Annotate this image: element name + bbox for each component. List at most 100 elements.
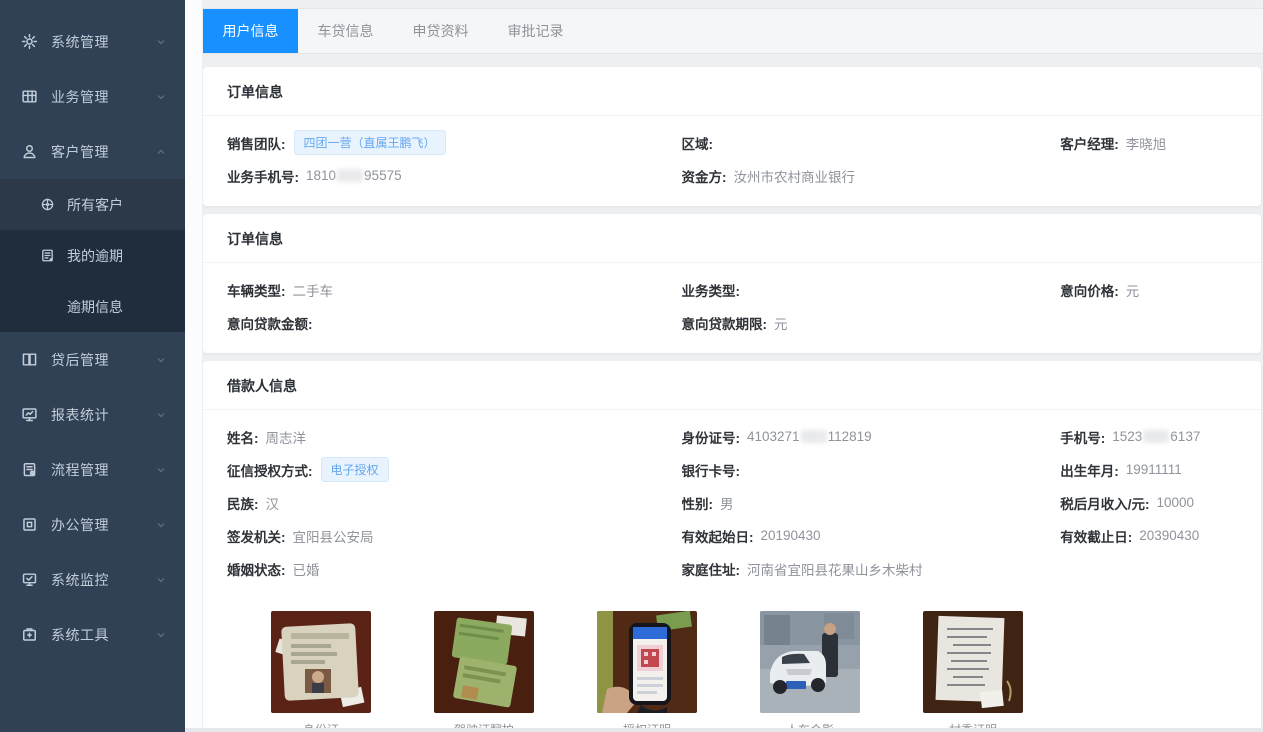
field-value: 二手车 [293,280,334,300]
field-label: 有效起始日: [682,526,754,546]
sidebar-item-label: 系统监控 [51,570,155,590]
tab-car-loan-info[interactable]: 车贷信息 [298,9,393,53]
sidebar-item-office-management[interactable]: 办公管理 [0,497,185,552]
field-label: 性别: [682,493,714,513]
sidebar-item-label: 业务管理 [51,87,155,107]
photo-id-card[interactable]: 身份证 [271,611,371,732]
gear-icon [21,33,38,50]
field-ethnicity: 民族: 汉 [227,486,682,519]
chevron-down-icon [155,519,167,531]
order-info-card-1: 订单信息 销售团队: 四团一营（直属王鹏飞） 区域: 客户经理: 李晓旭 [203,67,1261,206]
field-label: 业务类型: [682,280,741,300]
field-value: 汝州市农村商业银行 [734,166,856,186]
chevron-down-icon [155,91,167,103]
grid-icon [21,88,38,105]
field-credit-auth: 征信授权方式: 电子授权 [227,453,682,486]
field-label: 征信授权方式: [227,460,313,480]
sidebar-subitem-all-customers[interactable]: 所有客户 [0,179,185,230]
sidebar-item-customer-management[interactable]: 客户管理 [0,124,185,179]
field-value: 元 [774,313,788,333]
sidebar-subitem-my-overdue[interactable]: 我的逾期 [0,230,185,281]
field-value: 周志洋 [266,427,307,447]
field-value: 10000 [1157,495,1195,510]
field-label: 销售团队: [227,133,286,153]
card-title: 订单信息 [203,67,1261,116]
chevron-up-icon [155,146,167,158]
sidebar-item-label: 客户管理 [51,142,155,162]
field-value: 20190430 [761,528,821,543]
field-label: 客户经理: [1060,133,1119,153]
document-icon [40,248,55,263]
field-label: 意向价格: [1060,280,1119,300]
field-label: 身份证号: [682,427,741,447]
field-intended-loan-term: 意向贷款期限: 元 [682,306,1061,339]
field-value: 19911111 [1126,462,1182,477]
sidebar-item-label: 流程管理 [51,460,155,480]
photo-phone-authorization[interactable]: 授权证明 [597,611,697,732]
sidebar-item-label: 系统工具 [51,625,155,645]
order-info-card-2: 订单信息 车辆类型: 二手车 业务类型: 意向价格: 元 [203,214,1261,353]
field-issuing-authority: 签发机关: 宜阳县公安局 [227,519,682,552]
field-id-number: 身份证号: 4103271112819 [682,420,1061,453]
credit-auth-tag[interactable]: 电子授权 [321,457,389,482]
main-content: 用户信息 车贷信息 申贷资料 审批记录 订单信息 销售团队: 四团一营（直属王鹏… [203,0,1263,732]
field-label: 意向贷款期限: [682,313,768,333]
document-photos: 身份证 [203,599,1261,732]
tab-loan-application-materials[interactable]: 申贷资料 [393,9,488,53]
sidebar: 系统管理 业务管理 客户管理 所有客户 [0,0,185,732]
horizontal-scrollbar-track[interactable] [185,728,1263,732]
field-funder: 资金方: 汝州市农村商业银行 [682,159,1061,192]
chevron-down-icon [155,354,167,366]
photo-person-with-car[interactable]: 人车合影 [760,611,860,732]
sidebar-item-system-monitor[interactable]: 系统监控 [0,552,185,607]
field-empty [1060,159,1237,192]
field-label: 签发机关: [227,526,286,546]
process-icon [21,461,38,478]
photo-handwritten-document[interactable]: 村委证明 [923,611,1023,732]
field-valid-from: 有效起始日: 20190430 [682,519,1061,552]
field-birth: 出生年月: 19911111 [1060,453,1237,486]
field-value: 已婚 [293,559,320,579]
customer-submenu: 所有客户 我的逾期 逾期信息 [0,179,185,332]
field-intended-loan-amount: 意向贷款金额: [227,306,682,339]
field-value: 宜阳县公安局 [293,526,374,546]
field-account-manager: 客户经理: 李晓旭 [1060,126,1237,159]
redaction-blur [801,430,827,443]
sidebar-item-system-tools[interactable]: 系统工具 [0,607,185,662]
card-title: 订单信息 [203,214,1261,263]
office-icon [21,516,38,533]
sidebar-item-system-management[interactable]: 系统管理 [0,14,185,69]
field-value: 河南省宜阳县花果山乡木柴村 [747,559,923,579]
field-address: 家庭住址: 河南省宜阳县花果山乡木柴村 [682,552,1061,585]
sidebar-subitem-label: 逾期信息 [67,297,123,317]
sidebar-item-label: 办公管理 [51,515,155,535]
sidebar-item-postloan-management[interactable]: 贷后管理 [0,332,185,387]
chevron-down-icon [155,464,167,476]
report-monitor-icon [21,406,38,423]
field-vehicle-type: 车辆类型: 二手车 [227,273,682,306]
sidebar-subitem-label: 所有客户 [67,195,123,215]
field-value: 汉 [266,493,280,513]
field-value: 元 [1126,280,1140,300]
content-area: 订单信息 销售团队: 四团一营（直属王鹏飞） 区域: 客户经理: 李晓旭 [203,54,1263,732]
chevron-down-icon [155,574,167,586]
sidebar-item-process-management[interactable]: 流程管理 [0,442,185,497]
field-label: 区域: [682,133,714,153]
field-empty [1060,552,1237,585]
field-value: 男 [720,493,734,513]
sidebar-item-business-management[interactable]: 业务管理 [0,69,185,124]
sidebar-subitem-overdue-info[interactable]: 逾期信息 [0,281,185,332]
field-value: 15236137 [1112,429,1200,444]
chevron-down-icon [155,409,167,421]
sidebar-item-report-statistics[interactable]: 报表统计 [0,387,185,442]
sales-team-tag[interactable]: 四团一营（直属王鹏飞） [294,130,446,155]
field-label: 车辆类型: [227,280,286,300]
field-label: 姓名: [227,427,259,447]
tab-approval-records[interactable]: 审批记录 [488,9,583,53]
tab-user-info[interactable]: 用户信息 [203,9,298,53]
field-mobile: 手机号: 15236137 [1060,420,1237,453]
field-label: 家庭住址: [682,559,741,579]
photo-green-certificate[interactable]: 驾驶证翻拍 [434,611,534,732]
globe-icon [40,197,55,212]
field-label: 资金方: [682,166,727,186]
